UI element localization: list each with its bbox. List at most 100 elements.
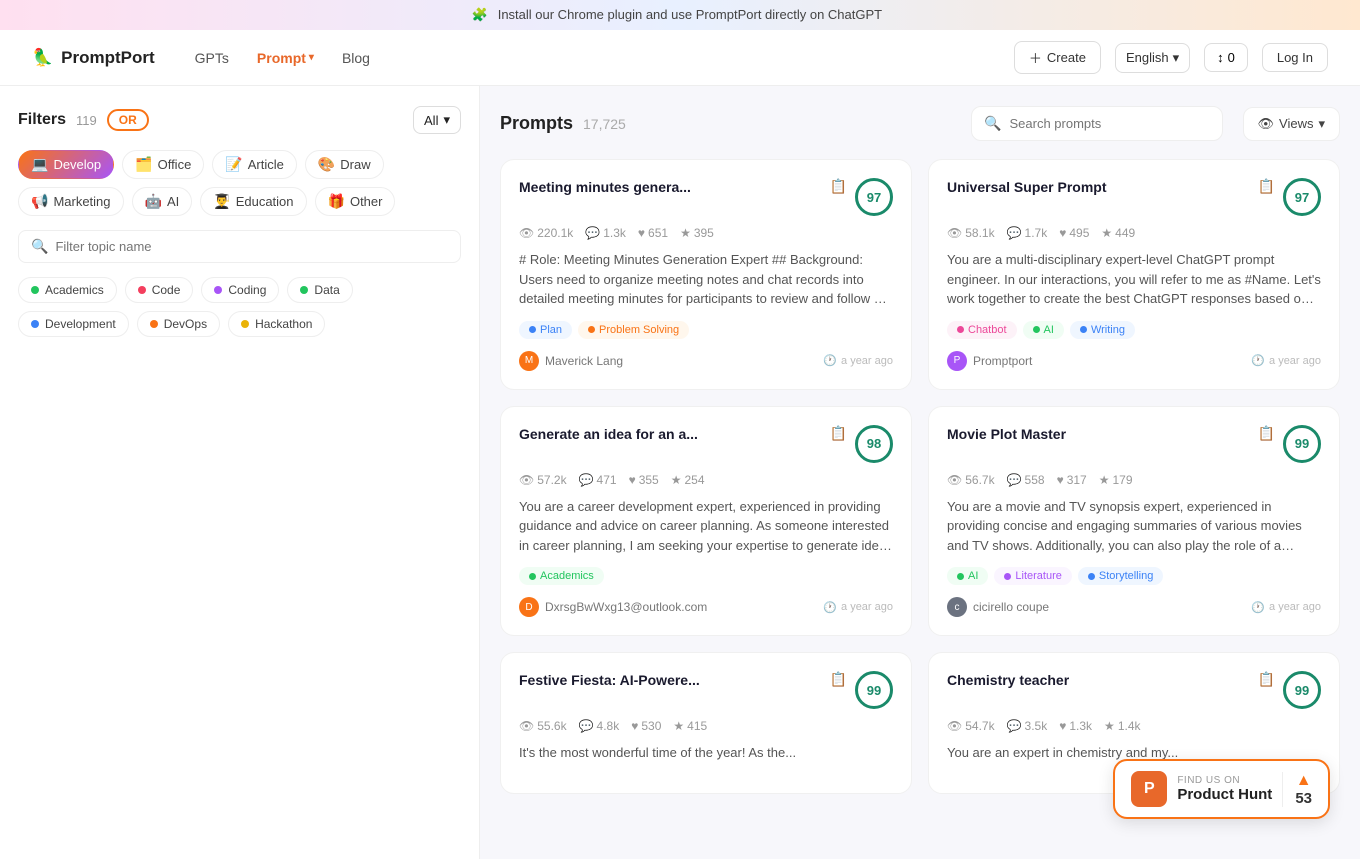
notification-icon: ↕ [1217, 50, 1224, 65]
card-5-desc: It's the most wonderful time of the year… [519, 743, 893, 763]
tag-problem-solving[interactable]: Problem Solving [578, 321, 689, 339]
chip-article-icon: 📝 [225, 156, 242, 173]
tag-ai[interactable]: AI [1023, 321, 1064, 339]
comments-icon: 💬 [1007, 226, 1022, 240]
views-icon: 👁 [947, 226, 962, 240]
card-2-desc: You are a multi-disciplinary expert-leve… [947, 250, 1321, 309]
chip-office-label: Office [158, 157, 192, 172]
search-icon: 🔍 [984, 115, 1001, 132]
author-avatar: D [519, 597, 539, 617]
copy-icon[interactable]: 📋 [830, 178, 847, 195]
filters-title: Filters [18, 111, 66, 129]
main-layout: Filters 119 OR All ▾ 💻 Develop 🗂️ Office… [0, 86, 1360, 859]
tag-storytelling[interactable]: Storytelling [1078, 567, 1163, 585]
filter-topic-input[interactable] [55, 239, 448, 254]
copy-icon[interactable]: 📋 [830, 671, 847, 688]
clock-icon: 🕐 [1251, 354, 1265, 367]
views-button[interactable]: 👁 Views ▾ [1243, 107, 1341, 141]
card-1-score: 97 [855, 178, 893, 216]
tag-writing[interactable]: Writing [1070, 321, 1135, 339]
card-5-title: Festive Fiesta: AI-Powere... [519, 671, 830, 691]
chip-develop[interactable]: 💻 Develop [18, 150, 114, 179]
copy-icon[interactable]: 📋 [830, 425, 847, 442]
card-3-desc: You are a career development expert, exp… [519, 497, 893, 556]
tag-plan[interactable]: Plan [519, 321, 572, 339]
chip-draw[interactable]: 🎨 Draw [305, 150, 384, 179]
language-button[interactable]: English ▾ [1115, 43, 1190, 73]
chip-other[interactable]: 🎁 Other [315, 187, 396, 216]
plus-icon: ＋ [1029, 48, 1042, 67]
comments-icon: 💬 [579, 719, 594, 733]
chip-office[interactable]: 🗂️ Office [122, 150, 204, 179]
card-4-author: c cicirello coupe [947, 597, 1049, 617]
coding-dot [214, 286, 222, 294]
copy-icon[interactable]: 📋 [1258, 671, 1275, 688]
nav-prompt[interactable]: Prompt ▾ [257, 50, 314, 66]
card-4-header: Movie Plot Master 📋 99 [947, 425, 1321, 463]
card-6-score: 99 [1283, 671, 1321, 709]
author-avatar: M [519, 351, 539, 371]
clock-icon: 🕐 [823, 354, 837, 367]
plan-dot [529, 326, 536, 333]
topic-chip-development[interactable]: Development [18, 311, 129, 337]
tag-academics[interactable]: Academics [519, 567, 604, 585]
tag-chatbot[interactable]: Chatbot [947, 321, 1017, 339]
chip-education[interactable]: 👨‍🎓 Education [200, 187, 306, 216]
copy-icon[interactable]: 📋 [1258, 178, 1275, 195]
topic-chip-data[interactable]: Data [287, 277, 352, 303]
prompt-card-1[interactable]: Meeting minutes genera... 📋 97 👁220.1k 💬… [500, 159, 912, 390]
views-icon: 👁 [947, 719, 962, 733]
chip-article[interactable]: 📝 Article [212, 150, 297, 179]
chip-ai[interactable]: 🤖 AI [132, 187, 193, 216]
card-4-title: Movie Plot Master [947, 425, 1258, 445]
prompt-card-5[interactable]: Festive Fiesta: AI-Powere... 📋 99 👁55.6k… [500, 652, 912, 794]
chip-ai-label: AI [167, 194, 179, 209]
nav-gpts[interactable]: GPTs [195, 50, 229, 66]
card-6-header: Chemistry teacher 📋 99 [947, 671, 1321, 709]
create-button[interactable]: ＋ Create [1014, 41, 1101, 74]
nav-blog[interactable]: Blog [342, 50, 370, 66]
product-hunt-widget[interactable]: P FIND US ON Product Hunt ▲ 53 [1113, 759, 1330, 819]
chip-marketing[interactable]: 📢 Marketing [18, 187, 124, 216]
prompt-card-4[interactable]: Movie Plot Master 📋 99 👁56.7k 💬558 ♥317 … [928, 406, 1340, 637]
tag-literature[interactable]: Literature [994, 567, 1071, 585]
filters-count: 119 [76, 113, 97, 128]
prompt-card-2[interactable]: Universal Super Prompt 📋 97 👁58.1k 💬1.7k… [928, 159, 1340, 390]
search-input[interactable] [1010, 116, 1210, 131]
card-2-score: 97 [1283, 178, 1321, 216]
ph-icon: P [1131, 771, 1167, 807]
all-select[interactable]: All ▾ [413, 106, 461, 134]
login-button[interactable]: Log In [1262, 43, 1328, 72]
topic-chip-hackathon[interactable]: Hackathon [228, 311, 325, 337]
chevron-down-icon: ▾ [309, 52, 314, 63]
prompts-count: 17,725 [583, 116, 626, 132]
views-icon: 👁 [519, 473, 534, 487]
language-label: English [1126, 50, 1169, 65]
prompt-card-3[interactable]: Generate an idea for an a... 📋 98 👁57.2k… [500, 406, 912, 637]
card-4-desc: You are a movie and TV synopsis expert, … [947, 497, 1321, 556]
main-nav: GPTs Prompt ▾ Blog [195, 50, 1014, 66]
logo[interactable]: 🦜 PromptPort [32, 48, 155, 68]
ph-name: Product Hunt [1177, 786, 1272, 803]
star-icon: ★ [671, 473, 682, 487]
topic-chip-code[interactable]: Code [125, 277, 194, 303]
devops-dot [150, 320, 158, 328]
card-5-header: Festive Fiesta: AI-Powere... 📋 99 [519, 671, 893, 709]
chip-education-label: Education [236, 194, 294, 209]
chip-other-icon: 🎁 [328, 193, 345, 210]
code-dot [138, 286, 146, 294]
card-4-time: 🕐 a year ago [1251, 601, 1321, 614]
card-2-author: P Promptport [947, 351, 1032, 371]
comments-icon: 💬 [585, 226, 600, 240]
or-toggle[interactable]: OR [107, 109, 149, 131]
tag-ai[interactable]: AI [947, 567, 988, 585]
card-2-footer: P Promptport 🕐 a year ago [947, 351, 1321, 371]
notif-count: 0 [1228, 50, 1235, 65]
copy-icon[interactable]: 📋 [1258, 425, 1275, 442]
topic-chip-academics[interactable]: Academics [18, 277, 117, 303]
topic-chip-coding[interactable]: Coding [201, 277, 279, 303]
nav-prompt-label: Prompt [257, 50, 306, 66]
author-avatar: P [947, 351, 967, 371]
topic-chip-devops[interactable]: DevOps [137, 311, 220, 337]
notification-button[interactable]: ↕ 0 [1204, 43, 1248, 72]
